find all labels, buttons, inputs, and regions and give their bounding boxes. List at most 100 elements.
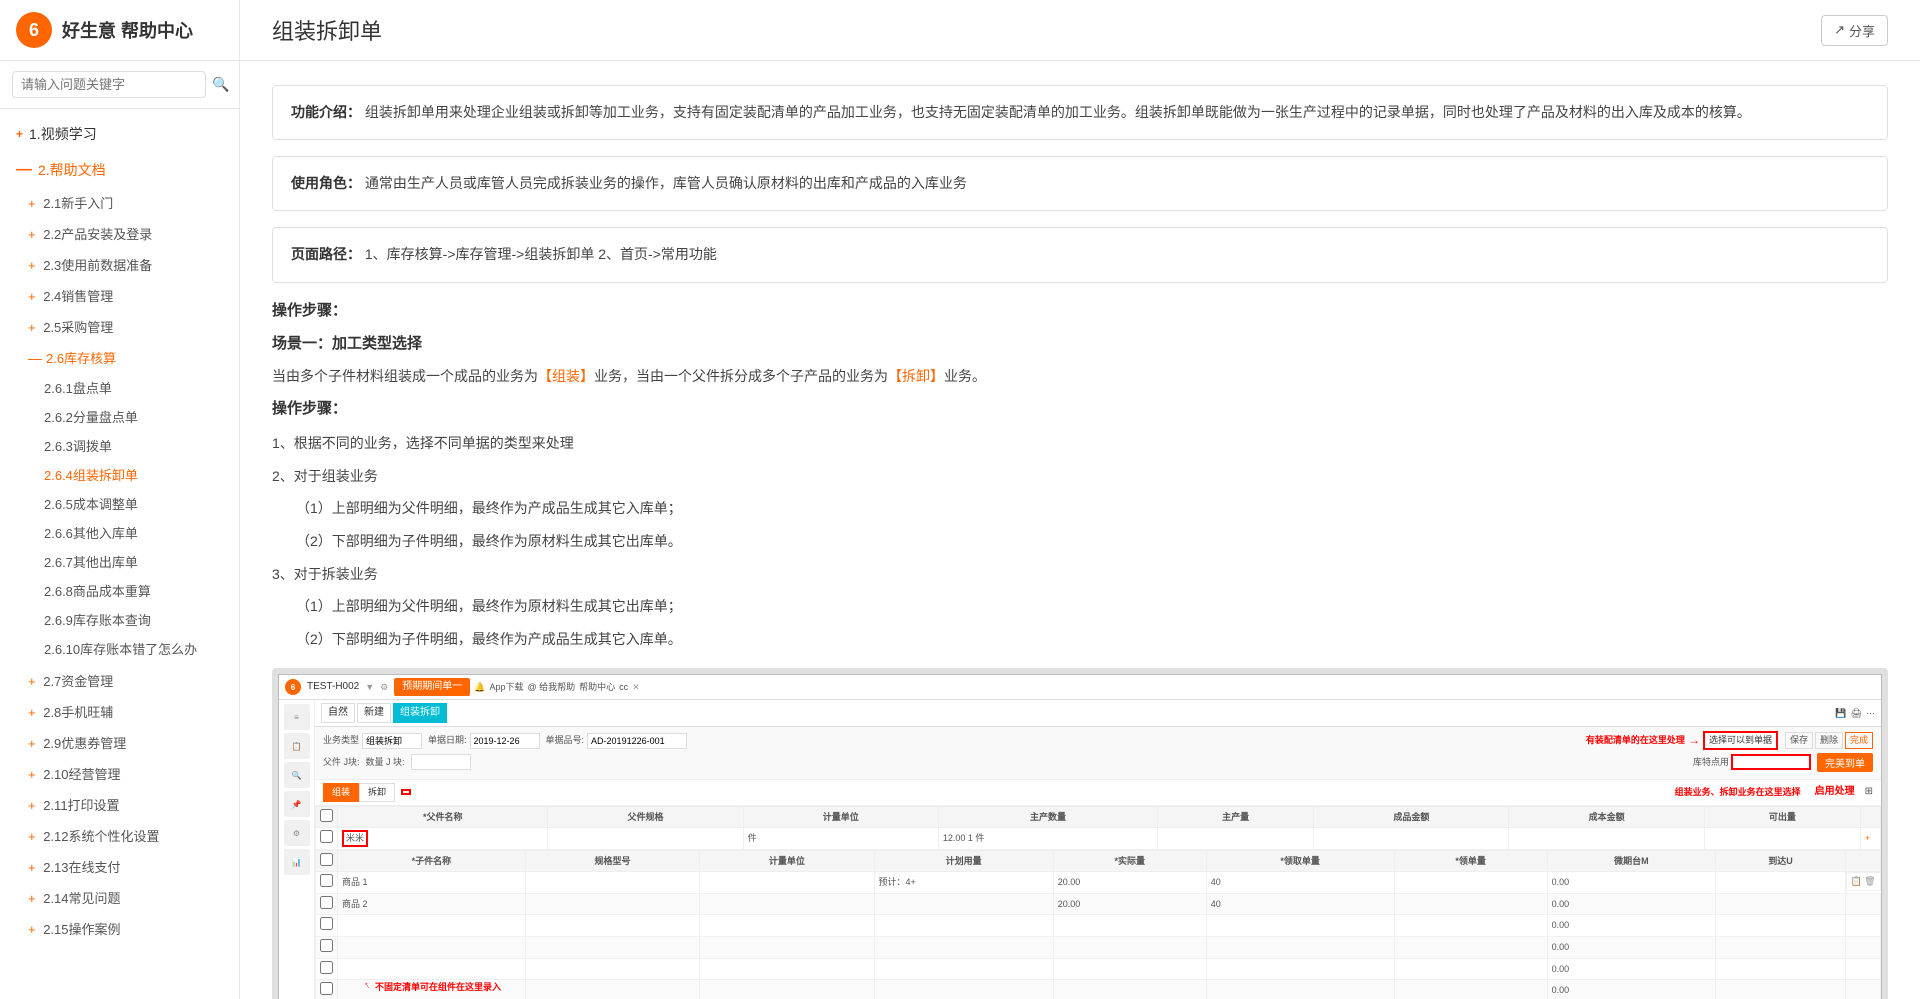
ltd-unit-2[interactable] bbox=[700, 893, 874, 915]
mock-tab-natural[interactable]: 自然 bbox=[321, 703, 355, 723]
mock-location-input[interactable] bbox=[1731, 754, 1811, 770]
td-parent-name[interactable]: 米米 bbox=[338, 828, 548, 850]
plus-icon: + bbox=[28, 227, 36, 242]
ltd-unit-1[interactable] bbox=[700, 872, 874, 894]
mock-save-btn[interactable]: 保存 bbox=[1785, 732, 1813, 749]
mock-form-area: 业务类型 单据日期: 单据品号: bbox=[315, 727, 1881, 780]
sidebar-item-install[interactable]: + 2.2产品安装及登录 bbox=[28, 218, 239, 249]
sidebar-item-data-prep[interactable]: + 2.3使用前数据准备 bbox=[28, 249, 239, 280]
mock-form-docno: 单据品号: bbox=[546, 733, 688, 749]
td-qty[interactable]: 12.00 1 件 bbox=[938, 828, 1157, 850]
sidebar-item-video[interactable]: + 1.视频学习 bbox=[0, 117, 239, 151]
sidebar-item-print[interactable]: + 2.11打印设置 bbox=[28, 789, 239, 820]
nav-tree: + 1.视频学习 — 2.帮助文档 + 2.1新手入门 + 2.2产品安装及登录 bbox=[0, 109, 239, 999]
sidebar-item-transfer[interactable]: 2.6.3调拨单 bbox=[44, 431, 239, 460]
path-label: 页面路径： bbox=[291, 246, 361, 262]
sidebar-item-customize[interactable]: + 2.12系统个性化设置 bbox=[28, 820, 239, 851]
sidebar-item-docs[interactable]: — 2.帮助文档 bbox=[0, 153, 239, 187]
sidebar-item-assembly[interactable]: 2.6.4组装拆卸单 bbox=[44, 460, 239, 489]
sidebar-item-stock-err[interactable]: 2.6.10库存账本错了怎么办 bbox=[44, 634, 239, 663]
sidebar-item-faq[interactable]: + 2.14常见问题 bbox=[28, 882, 239, 913]
ltd-name-1[interactable]: 商品 1 bbox=[338, 872, 526, 894]
sidebar-item-inventory[interactable]: — 2.6库存核算 bbox=[28, 342, 239, 373]
mock-upper-table: *父件名称 父件规格 计量单位 主产数量 主产量 成品金额 成本金额 可出量 bbox=[315, 806, 1881, 850]
sidebar-item-cost-adjust[interactable]: 2.6.5成本调整单 bbox=[44, 489, 239, 518]
sidebar-item-stock-count[interactable]: 2.6.1盘点单 bbox=[44, 373, 239, 402]
expand-collapse-icon[interactable]: ⊞ bbox=[1865, 785, 1873, 799]
ltd-deadline-2[interactable]: 0.00 bbox=[1547, 893, 1715, 915]
td-cost-amt[interactable] bbox=[1509, 828, 1704, 850]
ltd-arrive-1[interactable] bbox=[1716, 872, 1846, 894]
sidebar-item-other-in[interactable]: 2.6.6其他入库单 bbox=[44, 518, 239, 547]
td-prod-qty[interactable] bbox=[1158, 828, 1314, 850]
select-all-checkbox[interactable] bbox=[320, 809, 333, 822]
sidebar-item-stock-split[interactable]: 2.6.2分量盘点单 bbox=[44, 402, 239, 431]
ltd-deadline-1[interactable]: 0.00 bbox=[1547, 872, 1715, 894]
copy-icon[interactable]: 📋 bbox=[1851, 875, 1862, 888]
ltd-actual-1[interactable]: 20.00 bbox=[1053, 872, 1206, 894]
sidebar-item-purchase[interactable]: + 2.5采购管理 bbox=[28, 311, 239, 342]
mock-count-label: 数量 J 块: bbox=[366, 756, 405, 769]
sidebar-item-capital[interactable]: + 2.7资金管理 bbox=[28, 665, 239, 696]
sidebar-item-sales[interactable]: + 2.4销售管理 bbox=[28, 280, 239, 311]
mock-type-disassembly[interactable]: 拆卸 bbox=[359, 783, 395, 802]
sidebar-item-newbie[interactable]: + 2.1新手入门 bbox=[28, 187, 239, 218]
function-intro-block: 功能介绍： 组装拆卸单用来处理企业组装或拆卸等加工业务，支持有固定装配清单的产品… bbox=[272, 85, 1888, 140]
mock-type-input[interactable] bbox=[362, 733, 422, 749]
ltd-plan-1[interactable]: 预计：4+ bbox=[874, 872, 1053, 894]
mock-new-btn[interactable]: 预期期间单一 bbox=[394, 678, 470, 696]
ltd-spec-1[interactable] bbox=[525, 872, 699, 894]
th-parent-spec: 父件规格 bbox=[548, 806, 743, 828]
sidebar-item-stock-query[interactable]: 2.6.9库存账本查询 bbox=[44, 605, 239, 634]
mock-close-icon[interactable]: ✕ bbox=[632, 681, 640, 694]
mock-confirm-btn[interactable]: 完成 bbox=[1845, 732, 1873, 749]
search-icon[interactable]: 🔍 bbox=[212, 76, 229, 93]
ltd-name-2[interactable]: 商品 2 bbox=[338, 893, 526, 915]
row-checkbox[interactable] bbox=[320, 830, 333, 843]
td-avail-qty[interactable] bbox=[1704, 828, 1860, 850]
delete-icon[interactable]: 🗑 bbox=[1864, 875, 1875, 888]
ltd-pick-2[interactable]: 40 bbox=[1206, 893, 1394, 915]
td-action[interactable]: + bbox=[1861, 828, 1881, 850]
ltd-order-1[interactable] bbox=[1394, 872, 1547, 894]
mock-delete-btn[interactable]: 删除 bbox=[1815, 732, 1843, 749]
mock-header-label: 父件 J块: bbox=[323, 756, 360, 769]
sidebar-item-coupon[interactable]: + 2.9优惠券管理 bbox=[28, 727, 239, 758]
nav-sub2-inventory: 2.6.1盘点单 2.6.2分量盘点单 2.6.3调拨单 2.6.4组装拆卸单 … bbox=[28, 373, 239, 663]
lth-checkbox bbox=[316, 850, 338, 872]
td-prod-amt[interactable] bbox=[1314, 828, 1509, 850]
mock-type-assembly[interactable]: 组装 bbox=[323, 783, 359, 802]
mock-tab-new[interactable]: 新建 bbox=[357, 703, 391, 723]
mock-type-input-annotated[interactable] bbox=[401, 789, 411, 795]
mock-tab-assembly[interactable]: 组装拆卸 bbox=[393, 703, 447, 723]
scenario1-title: 场景一：加工类型选择 bbox=[272, 332, 1888, 353]
lower-table-row-2: 商品 2 20.00 40 0.00 bbox=[316, 893, 1881, 915]
sidebar-item-other-out[interactable]: 2.6.7其他出库单 bbox=[44, 547, 239, 576]
mock-docno-input[interactable] bbox=[587, 733, 687, 749]
lower-select-all[interactable] bbox=[320, 853, 333, 866]
sidebar-item-use-cases[interactable]: + 2.15操作案例 bbox=[28, 913, 239, 944]
ltd-pick-1[interactable]: 40 bbox=[1206, 872, 1394, 894]
ltd-order-2[interactable] bbox=[1394, 893, 1547, 915]
ltd-arrive-2[interactable] bbox=[1716, 893, 1846, 915]
search-input[interactable] bbox=[12, 71, 206, 98]
nav-sub-docs: + 2.1新手入门 + 2.2产品安装及登录 + 2.3使用前数据准备 + 2.… bbox=[0, 187, 239, 944]
sidebar-item-mobile[interactable]: + 2.8手机旺辅 bbox=[28, 696, 239, 727]
sidebar-item-ops[interactable]: + 2.10经营管理 bbox=[28, 758, 239, 789]
share-button[interactable]: ↗ 分享 bbox=[1821, 15, 1888, 46]
mock-count-input[interactable] bbox=[411, 754, 471, 770]
mock-select-btn[interactable]: 选择可以到单据 bbox=[1703, 731, 1778, 750]
mock-select-btn-label: 选择可以到单据 bbox=[1709, 734, 1772, 747]
mock-topbar-right: 🔔 App下载 @ 给我帮助 帮助中心 cc ✕ bbox=[474, 681, 639, 694]
lth-pick-qty: *领取单量 bbox=[1206, 850, 1394, 872]
ltd-spec-2[interactable] bbox=[525, 893, 699, 915]
step1: 1、根据不同的业务，选择不同单据的类型来处理 bbox=[272, 430, 1888, 457]
plus-icon: + bbox=[28, 798, 36, 813]
td-parent-spec[interactable] bbox=[548, 828, 743, 850]
ltd-actual-2[interactable]: 20.00 bbox=[1053, 893, 1206, 915]
sidebar-item-online-pay[interactable]: + 2.13在线支付 bbox=[28, 851, 239, 882]
sidebar-item-cost-calc[interactable]: 2.6.8商品成本重算 bbox=[44, 576, 239, 605]
mock-date-input[interactable] bbox=[470, 733, 540, 749]
ltd-plan-2[interactable] bbox=[874, 893, 1053, 915]
mock-apply-btn[interactable]: 完美到单 bbox=[1817, 753, 1873, 772]
